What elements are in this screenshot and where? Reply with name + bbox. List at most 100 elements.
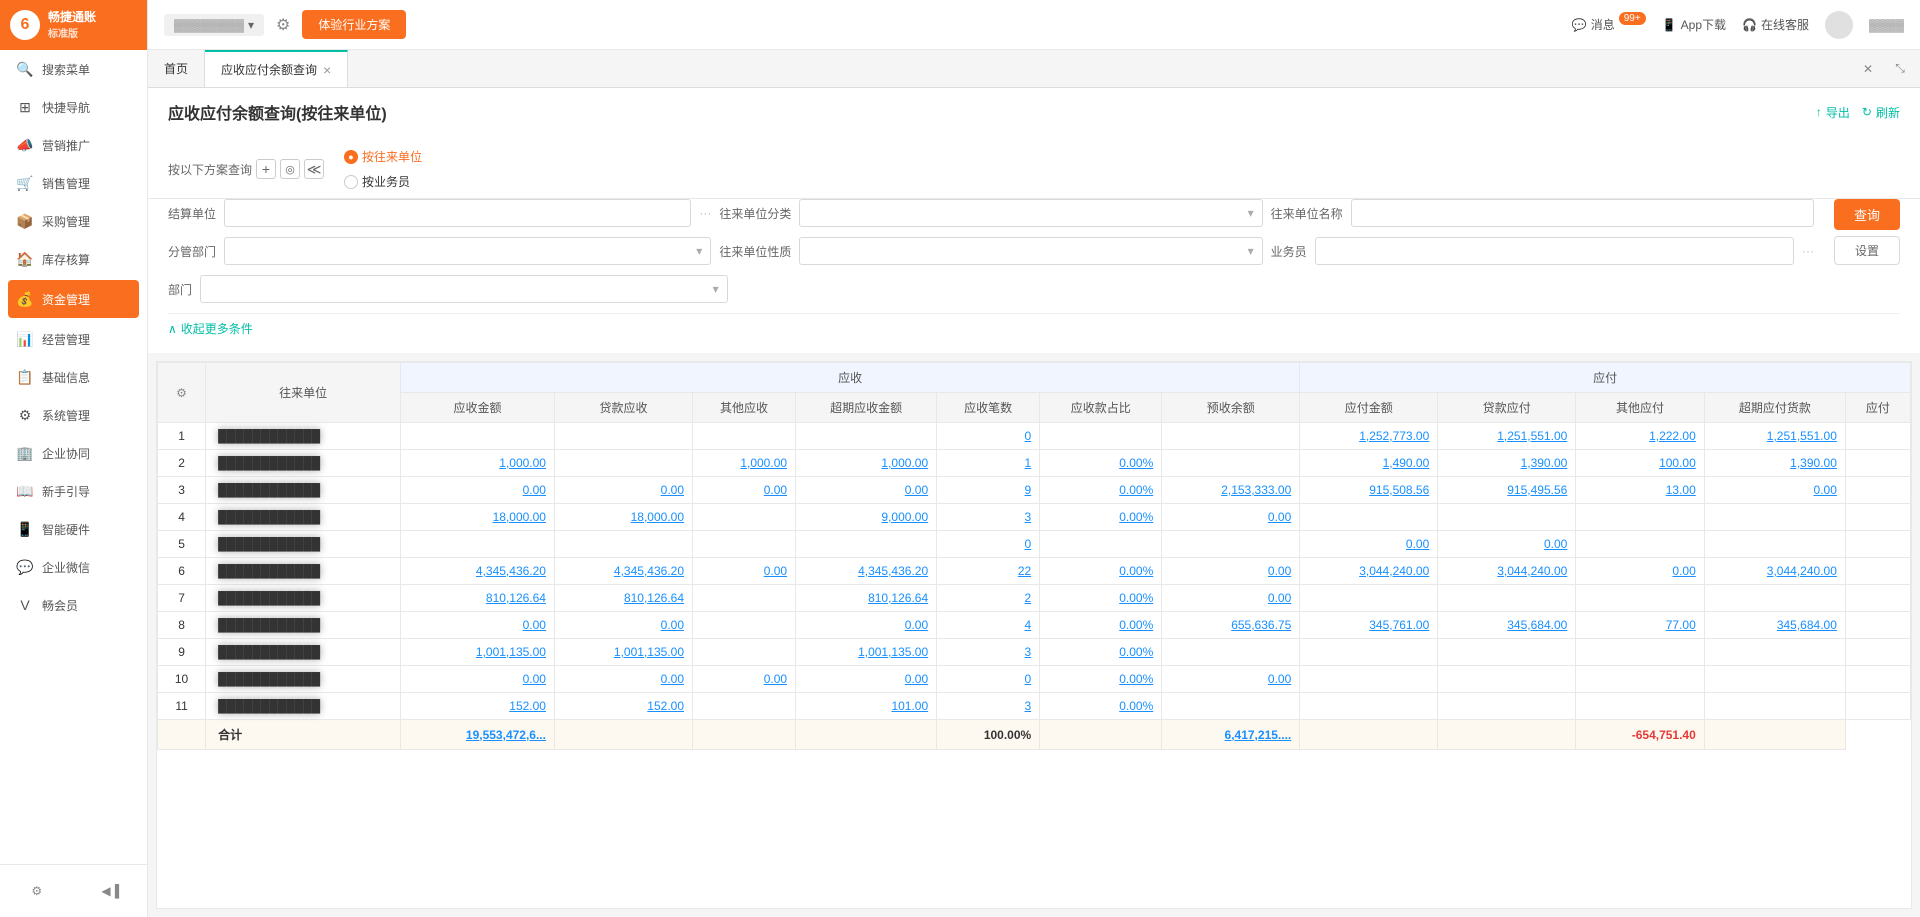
row-yingshou-4[interactable]: 1 (937, 450, 1040, 477)
row-yingfu-0[interactable]: 1,490.00 (1300, 450, 1438, 477)
row-yingfu-0[interactable]: 1,252,773.00 (1300, 423, 1438, 450)
row-yingshou-5[interactable]: 0.00% (1040, 504, 1162, 531)
row-yingshou-0[interactable]: 152.00 (401, 693, 555, 720)
row-yingshou-4[interactable]: 3 (937, 504, 1040, 531)
sidebar-item-inventory[interactable]: 🏠库存核算 (0, 240, 147, 278)
jiesuan-input[interactable] (224, 199, 691, 227)
row-yingshou-4[interactable]: 0 (937, 531, 1040, 558)
row-yingshou-4[interactable]: 3 (937, 693, 1040, 720)
row-yingfu-0[interactable]: 3,044,240.00 (1300, 558, 1438, 585)
laiwei-fenlei-select[interactable]: ▾ (799, 199, 1262, 227)
scheme-settings-btn[interactable]: ◎ (280, 159, 300, 179)
setting-btn[interactable]: 设置 (1834, 236, 1900, 265)
sidebar-settings-btn[interactable]: ⚙ (19, 873, 55, 909)
row-yingshou-3[interactable]: 0.00 (796, 612, 937, 639)
row-yingfu-0[interactable]: 0.00 (1300, 531, 1438, 558)
row-yingshou-1[interactable]: 0.00 (554, 666, 692, 693)
bumen-select[interactable]: ▾ (200, 275, 728, 303)
scheme-add-btn[interactable]: + (256, 159, 276, 179)
row-yingshou-3[interactable]: 810,126.64 (796, 585, 937, 612)
tab-home[interactable]: 首页 (148, 50, 205, 87)
row-yingshou-3[interactable]: 4,345,436.20 (796, 558, 937, 585)
tab-ar-ap[interactable]: 应收应付余额查询 × (205, 50, 348, 87)
row-yingshou-6[interactable]: 2,153,333.00 (1162, 477, 1300, 504)
row-yingshou-2[interactable]: 0.00 (693, 477, 796, 504)
row-yingfu-0[interactable]: 915,508.56 (1300, 477, 1438, 504)
row-yingshou-0[interactable]: 1,001,135.00 (401, 639, 555, 666)
xingzhi-select[interactable]: ▾ (799, 237, 1262, 265)
sidebar-item-corp[interactable]: 🏢企业协同 (0, 434, 147, 472)
row-yingfu-2[interactable]: 0.00 (1576, 558, 1704, 585)
refresh-btn[interactable]: ↻ 刷新 (1862, 104, 1900, 121)
row-yingshou-3[interactable]: 0.00 (796, 477, 937, 504)
sidebar-item-quick[interactable]: ⊞快捷导航 (0, 88, 147, 126)
row-yingshou-0[interactable]: 810,126.64 (401, 585, 555, 612)
online-service-btn[interactable]: 🎧 在线客服 (1742, 16, 1809, 33)
row-yingshou-1[interactable]: 18,000.00 (554, 504, 692, 531)
yewuyuan-more-btn[interactable]: ··· (1802, 244, 1814, 258)
table-gear-icon[interactable]: ⚙ (176, 386, 187, 400)
footer-yingshou-total[interactable]: 19,553,472,6... (401, 720, 555, 750)
query-btn[interactable]: 查询 (1834, 199, 1900, 230)
sidebar-item-marketing[interactable]: 📣营销推广 (0, 126, 147, 164)
export-btn[interactable]: ↑ 导出 (1816, 104, 1850, 121)
tab-close-all-btn[interactable]: ✕ (1856, 57, 1880, 81)
sidebar-item-hardware[interactable]: 📱智能硬件 (0, 510, 147, 548)
row-yingfu-1[interactable]: 1,390.00 (1438, 450, 1576, 477)
row-yingshou-4[interactable]: 4 (937, 612, 1040, 639)
row-yingshou-5[interactable]: 0.00% (1040, 693, 1162, 720)
messages-btn[interactable]: 💬 消息 99+ (1572, 16, 1646, 33)
row-yingshou-5[interactable]: 0.00% (1040, 666, 1162, 693)
sidebar-item-wechat[interactable]: 💬企业微信 (0, 548, 147, 586)
row-yingshou-3[interactable]: 101.00 (796, 693, 937, 720)
row-yingshou-1[interactable]: 0.00 (554, 477, 692, 504)
row-yingshou-1[interactable]: 0.00 (554, 612, 692, 639)
row-yingfu-2[interactable]: 13.00 (1576, 477, 1704, 504)
jiesuan-more-btn[interactable]: ··· (699, 206, 711, 220)
sidebar-item-sales[interactable]: 🛒销售管理 (0, 164, 147, 202)
scheme-more-btn[interactable]: ≪ (304, 159, 324, 179)
row-yingshou-3[interactable]: 9,000.00 (796, 504, 937, 531)
collapse-btn[interactable]: ∧ 收起更多条件 (168, 320, 253, 337)
row-yingshou-1[interactable]: 810,126.64 (554, 585, 692, 612)
topbar-gear-icon[interactable]: ⚙ (276, 15, 290, 35)
row-yingshou-1[interactable]: 152.00 (554, 693, 692, 720)
sidebar-item-guide[interactable]: 📖新手引导 (0, 472, 147, 510)
sidebar-item-mgmt[interactable]: 📊经营管理 (0, 320, 147, 358)
row-yingshou-5[interactable]: 0.00% (1040, 558, 1162, 585)
row-yingfu-3[interactable]: 345,684.00 (1704, 612, 1845, 639)
row-yingshou-0[interactable]: 18,000.00 (401, 504, 555, 531)
tab-close-btn[interactable]: × (323, 62, 331, 78)
row-yingfu-3[interactable]: 3,044,240.00 (1704, 558, 1845, 585)
row-yingshou-4[interactable]: 3 (937, 639, 1040, 666)
sidebar-item-purchase[interactable]: 📦采购管理 (0, 202, 147, 240)
row-yingshou-4[interactable]: 22 (937, 558, 1040, 585)
row-yingfu-3[interactable]: 1,390.00 (1704, 450, 1845, 477)
sidebar-item-finance[interactable]: 💰资金管理 (8, 280, 139, 318)
row-yingfu-1[interactable]: 345,684.00 (1438, 612, 1576, 639)
row-yingshou-6[interactable]: 0.00 (1162, 504, 1300, 531)
row-yingshou-5[interactable]: 0.00% (1040, 585, 1162, 612)
sidebar-collapse-btn[interactable]: ◀▐ (92, 873, 128, 909)
row-yingshou-4[interactable]: 0 (937, 666, 1040, 693)
scheme-by-staff[interactable]: 按业务员 (336, 169, 430, 194)
promo-btn[interactable]: 体验行业方案 (302, 10, 406, 39)
row-yingfu-1[interactable]: 0.00 (1438, 531, 1576, 558)
row-yingshou-4[interactable]: 2 (937, 585, 1040, 612)
row-yingshou-5[interactable]: 0.00% (1040, 477, 1162, 504)
row-yingshou-0[interactable]: 4,345,436.20 (401, 558, 555, 585)
row-yingshou-2[interactable]: 1,000.00 (693, 450, 796, 477)
sidebar-item-search[interactable]: 🔍搜索菜单 (0, 50, 147, 88)
row-yingfu-3[interactable]: 0.00 (1704, 477, 1845, 504)
laiwei-name-input[interactable] (1351, 199, 1814, 227)
row-yingshou-5[interactable]: 0.00% (1040, 639, 1162, 666)
sidebar-item-system[interactable]: ⚙系统管理 (0, 396, 147, 434)
yewuyuan-input[interactable] (1315, 237, 1794, 265)
fenguan-select[interactable]: ▾ (224, 237, 711, 265)
row-yingshou-5[interactable]: 0.00% (1040, 450, 1162, 477)
row-yingfu-1[interactable]: 1,251,551.00 (1438, 423, 1576, 450)
row-yingshou-3[interactable]: 1,000.00 (796, 450, 937, 477)
row-yingshou-5[interactable]: 0.00% (1040, 612, 1162, 639)
row-yingshou-6[interactable]: 655,636.75 (1162, 612, 1300, 639)
row-yingfu-1[interactable]: 3,044,240.00 (1438, 558, 1576, 585)
